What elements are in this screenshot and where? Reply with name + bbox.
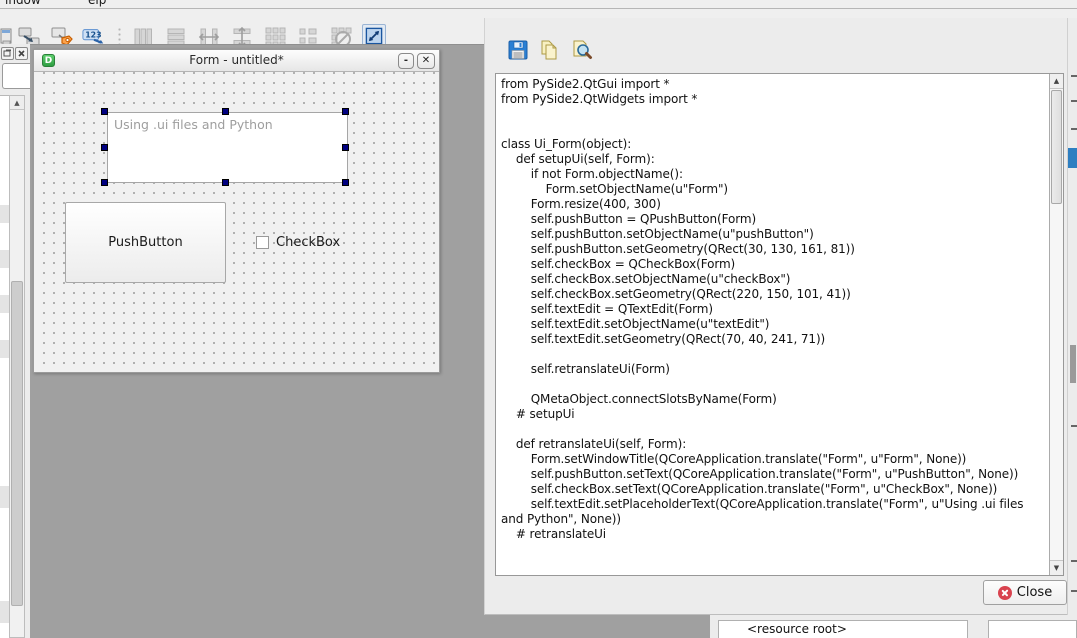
form-window-title: Form - untitled* xyxy=(34,53,439,67)
tree-branch-mark xyxy=(1071,425,1077,427)
tree-branch-mark xyxy=(1071,100,1077,102)
scrollbar-thumb[interactable] xyxy=(11,281,23,606)
form-canvas[interactable]: Using .ui files and Python PushButton Ch… xyxy=(35,72,438,371)
form-window: D Form - untitled* - ✕ Using .ui files a… xyxy=(33,49,440,373)
dock-float-button[interactable] xyxy=(1,47,14,60)
tree-branch-mark xyxy=(1071,75,1077,77)
scroll-up-arrow-icon[interactable]: ▲ xyxy=(10,96,24,110)
code-scrollbar[interactable]: ▲ ▼ xyxy=(1049,74,1063,575)
checkbox-widget[interactable]: CheckBox xyxy=(255,222,356,263)
resource-root-item[interactable]: <resource root> xyxy=(718,620,968,638)
selection-handle[interactable] xyxy=(101,144,108,151)
checkbox-indicator[interactable] xyxy=(256,236,269,249)
selection-handle[interactable] xyxy=(101,179,108,186)
widget-filter-input[interactable] xyxy=(2,63,30,89)
menubar: WWindowindow Help xyxy=(0,0,1077,9)
widget-box-panel: ▲ xyxy=(0,44,30,638)
menu-help[interactable]: Help xyxy=(88,0,106,7)
close-button[interactable]: Close xyxy=(983,580,1067,605)
checkbox-label: CheckBox xyxy=(276,235,340,250)
dock-close-button[interactable] xyxy=(15,47,28,60)
menu-window[interactable]: WWindowindow xyxy=(5,0,41,7)
resource-side-box xyxy=(988,620,1077,638)
minimize-button[interactable]: - xyxy=(398,53,414,69)
find-icon[interactable] xyxy=(570,38,594,62)
scrollbar-fragment xyxy=(1070,345,1076,383)
selection-handle[interactable] xyxy=(342,179,349,186)
code-preview-dialog: from PySide2.QtGui import * from PySide2… xyxy=(484,18,1077,615)
save-icon[interactable] xyxy=(506,38,530,62)
tree-branch-mark xyxy=(1071,560,1077,562)
close-button-label: Close xyxy=(1017,585,1052,600)
close-x-icon xyxy=(998,586,1012,600)
resource-browser-panel: <resource root> xyxy=(710,615,1077,638)
scroll-up-arrow-icon[interactable]: ▲ xyxy=(1050,74,1063,89)
selected-row-highlight xyxy=(1068,148,1077,168)
scroll-down-arrow-icon[interactable]: ▼ xyxy=(1050,560,1063,575)
form-window-titlebar[interactable]: D Form - untitled* - ✕ xyxy=(34,50,439,72)
selection-handle[interactable] xyxy=(222,108,229,115)
selection-handle[interactable] xyxy=(342,108,349,115)
selection-handle[interactable] xyxy=(101,108,108,115)
selection-handle[interactable] xyxy=(222,179,229,186)
copy-icon[interactable] xyxy=(538,38,562,62)
tree-branch-mark xyxy=(1071,128,1077,130)
pushbutton-widget[interactable]: PushButton xyxy=(65,202,226,283)
selection-handle[interactable] xyxy=(342,144,349,151)
scrollbar-thumb[interactable] xyxy=(1051,90,1062,204)
tree-branch-mark xyxy=(1071,590,1077,592)
code-view[interactable]: from PySide2.QtGui import * from PySide2… xyxy=(495,73,1064,576)
textedit-widget[interactable]: Using .ui files and Python xyxy=(107,112,348,183)
close-window-button[interactable]: ✕ xyxy=(417,53,435,69)
right-edge-panel xyxy=(1067,18,1077,615)
tab-order-badge: 123 xyxy=(85,30,101,39)
widget-list[interactable] xyxy=(0,95,9,638)
generated-python-code[interactable]: from PySide2.QtGui import * from PySide2… xyxy=(501,77,1047,542)
widget-list-scrollbar[interactable]: ▲ xyxy=(9,95,25,638)
